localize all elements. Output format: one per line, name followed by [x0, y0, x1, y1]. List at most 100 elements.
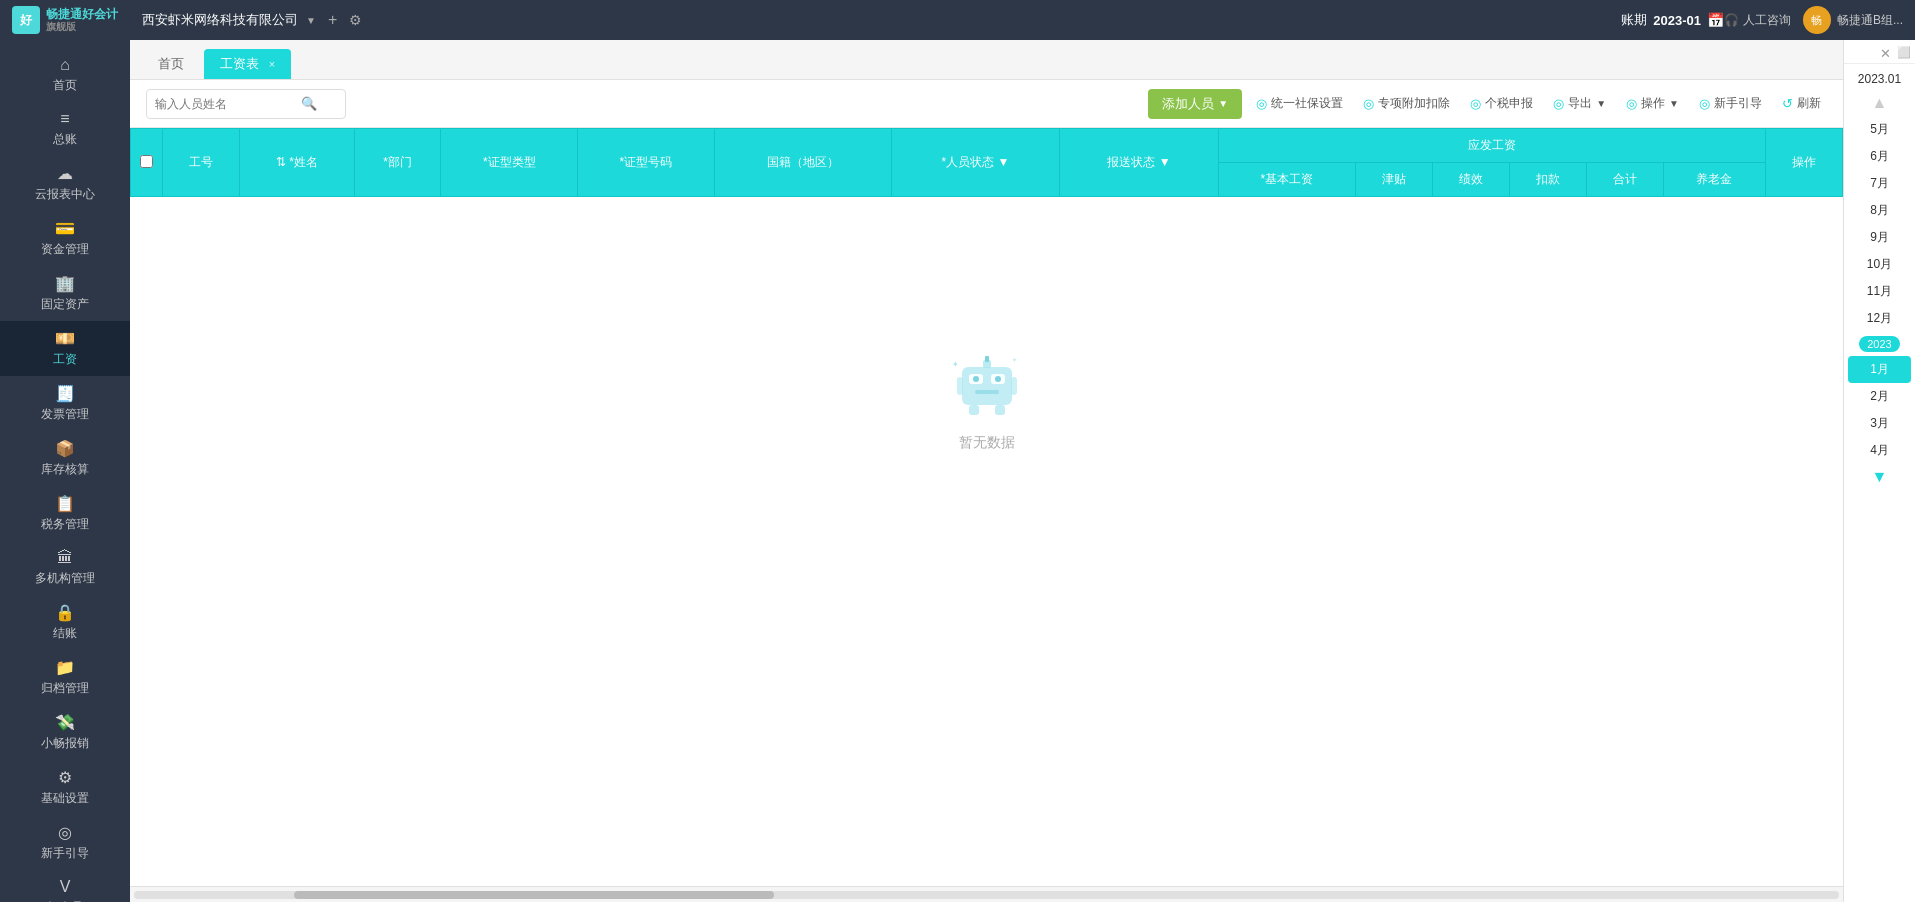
settings-icon[interactable]: ⚙ — [349, 12, 362, 28]
month-2022-11[interactable]: 11月 — [1844, 278, 1915, 305]
sidebar-item-fund[interactable]: 💳 资金管理 — [0, 211, 130, 266]
month-2023-04[interactable]: 4月 — [1844, 437, 1915, 464]
svg-rect-7 — [985, 356, 989, 362]
month-2022-07[interactable]: 7月 — [1844, 170, 1915, 197]
add-person-label: 添加人员 — [1162, 95, 1214, 113]
sidebar-item-assets[interactable]: 🏢 固定资产 — [0, 266, 130, 321]
social-security-btn[interactable]: ◎ 统一社保设置 — [1250, 91, 1349, 116]
month-2023-03[interactable]: 3月 — [1844, 410, 1915, 437]
operation-label: 操作 — [1641, 95, 1665, 112]
inventory-icon: 📦 — [55, 439, 75, 458]
add-person-button[interactable]: 添加人员 ▼ — [1148, 89, 1242, 119]
tab-salary-label: 工资表 — [220, 56, 259, 71]
sidebar-item-settings[interactable]: ⚙ 基础设置 — [0, 760, 130, 815]
sidebar-label-assets: 固定资产 — [41, 296, 89, 313]
month-2022-05[interactable]: 5月 — [1844, 116, 1915, 143]
svg-text:✦: ✦ — [1012, 357, 1017, 363]
company-selector[interactable]: 西安虾米网络科技有限公司 ▼ + ⚙ — [142, 11, 1621, 29]
scrollbar-track[interactable] — [134, 891, 1839, 899]
month-2022-09[interactable]: 9月 — [1844, 224, 1915, 251]
sidebar-item-cloud-report[interactable]: ☁ 云报表中心 — [0, 156, 130, 211]
sidebar-item-tax[interactable]: 📋 税务管理 — [0, 486, 130, 541]
month-2022-12[interactable]: 12月 — [1844, 305, 1915, 332]
month-2022-06[interactable]: 6月 — [1844, 143, 1915, 170]
app-logo-icon: 好 — [12, 6, 40, 34]
month-2023-01[interactable]: 1月 — [1848, 356, 1911, 383]
sidebar-item-home[interactable]: ⌂ 首页 — [0, 48, 130, 102]
sidebar-item-closing[interactable]: 🔒 结账 — [0, 595, 130, 650]
tax-icon: 📋 — [55, 494, 75, 513]
select-all-checkbox[interactable] — [140, 155, 153, 168]
col-name: ⇅ *姓名 — [240, 129, 355, 197]
user-avatar: 畅 — [1803, 6, 1831, 34]
next-period-btn[interactable]: ▼ — [1868, 464, 1892, 490]
app-title: 畅捷通好会计 — [46, 7, 118, 21]
search-box[interactable]: 🔍 — [146, 89, 346, 119]
select-all-header[interactable] — [131, 129, 163, 197]
sidebar-item-inventory[interactable]: 📦 库存核算 — [0, 431, 130, 486]
special-deduction-label: 专项附加扣除 — [1378, 95, 1450, 112]
month-2022-10[interactable]: 10月 — [1844, 251, 1915, 278]
search-icon[interactable]: 🔍 — [301, 96, 317, 111]
operation-icon: ◎ — [1626, 96, 1637, 111]
tab-salary-table[interactable]: 工资表 × — [204, 49, 291, 79]
sidebar: ⌂ 首页 ≡ 总账 ☁ 云报表中心 💳 资金管理 🏢 固定资产 💴 工资 🧾 发… — [0, 40, 130, 902]
bottom-scrollbar[interactable] — [130, 886, 1843, 902]
sidebar-label-expense: 小畅报销 — [41, 735, 89, 752]
sidebar-item-expense[interactable]: 💸 小畅报销 — [0, 705, 130, 760]
headset-icon: 🎧 — [1724, 13, 1739, 27]
archive-icon: 📁 — [55, 658, 75, 677]
refresh-btn[interactable]: ↺ 刷新 — [1776, 91, 1827, 116]
window-controls: ✕ ⬜ — [1844, 44, 1915, 64]
tab-home[interactable]: 首页 — [142, 49, 200, 79]
sidebar-item-guide[interactable]: ◎ 新手引导 — [0, 815, 130, 870]
operation-btn[interactable]: ◎ 操作 ▼ — [1620, 91, 1685, 116]
service-label: 人工咨询 — [1743, 12, 1791, 29]
search-input[interactable] — [155, 97, 295, 111]
sidebar-item-ledger[interactable]: ≡ 总账 — [0, 102, 130, 156]
export-label: 导出 — [1568, 95, 1592, 112]
empty-state-cell: ✦ ✦ 暂无数据 — [131, 197, 1843, 598]
svg-point-4 — [995, 376, 1001, 382]
sidebar-label-fund: 资金管理 — [41, 241, 89, 258]
personal-tax-icon: ◎ — [1470, 96, 1481, 111]
special-deduction-btn[interactable]: ◎ 专项附加扣除 — [1357, 91, 1456, 116]
month-2023-02[interactable]: 2月 — [1844, 383, 1915, 410]
guide-label: 新手引导 — [1714, 95, 1762, 112]
ledger-icon: ≡ — [60, 110, 69, 128]
social-security-icon: ◎ — [1256, 96, 1267, 111]
sidebar-item-salary[interactable]: 💴 工资 — [0, 321, 130, 376]
calendar-icon[interactable]: 📅 — [1707, 12, 1724, 28]
add-company-icon[interactable]: + — [328, 11, 337, 29]
sidebar-label-inventory: 库存核算 — [41, 461, 89, 478]
tab-close-icon[interactable]: × — [269, 58, 275, 70]
user-info[interactable]: 畅 畅捷通B组... — [1803, 6, 1903, 34]
scrollbar-thumb[interactable] — [294, 891, 774, 899]
top-header: 好 畅捷通好会计 旗舰版 西安虾米网络科技有限公司 ▼ + ⚙ 账期 2023-… — [0, 0, 1915, 40]
period-value: 2023-01 — [1653, 13, 1701, 28]
close-window-icon[interactable]: ✕ — [1880, 46, 1891, 61]
user-service-btn[interactable]: 🎧 人工咨询 — [1724, 12, 1791, 29]
salary-icon: 💴 — [55, 329, 75, 348]
social-security-label: 统一社保设置 — [1271, 95, 1343, 112]
prev-period-btn[interactable]: ▲ — [1868, 90, 1892, 116]
col-report-status: 报送状态 ▼ — [1060, 129, 1219, 197]
app-edition: 旗舰版 — [46, 21, 118, 33]
col-nationality: 国籍（地区） — [714, 129, 891, 197]
sidebar-item-multi-org[interactable]: 🏛 多机构管理 — [0, 541, 130, 595]
company-name: 西安虾米网络科技有限公司 — [142, 11, 298, 29]
tab-bar: 首页 工资表 × — [130, 40, 1843, 80]
svg-rect-8 — [957, 377, 963, 395]
personal-tax-btn[interactable]: ◎ 个税申报 — [1464, 91, 1539, 116]
guide-btn[interactable]: ◎ 新手引导 — [1693, 91, 1768, 116]
export-btn[interactable]: ◎ 导出 ▼ — [1547, 91, 1612, 116]
sidebar-item-invoice[interactable]: 🧾 发票管理 — [0, 376, 130, 431]
empty-icon: ✦ ✦ — [947, 342, 1027, 422]
logo-area: 好 畅捷通好会计 旗舰版 — [12, 6, 142, 34]
closing-icon: 🔒 — [55, 603, 75, 622]
maximize-window-icon[interactable]: ⬜ — [1897, 46, 1911, 61]
month-2022-08[interactable]: 8月 — [1844, 197, 1915, 224]
sidebar-item-archive[interactable]: 📁 归档管理 — [0, 650, 130, 705]
sidebar-item-member[interactable]: V 畅会员 — [0, 870, 130, 902]
col-deduction: 扣款 — [1509, 163, 1586, 197]
